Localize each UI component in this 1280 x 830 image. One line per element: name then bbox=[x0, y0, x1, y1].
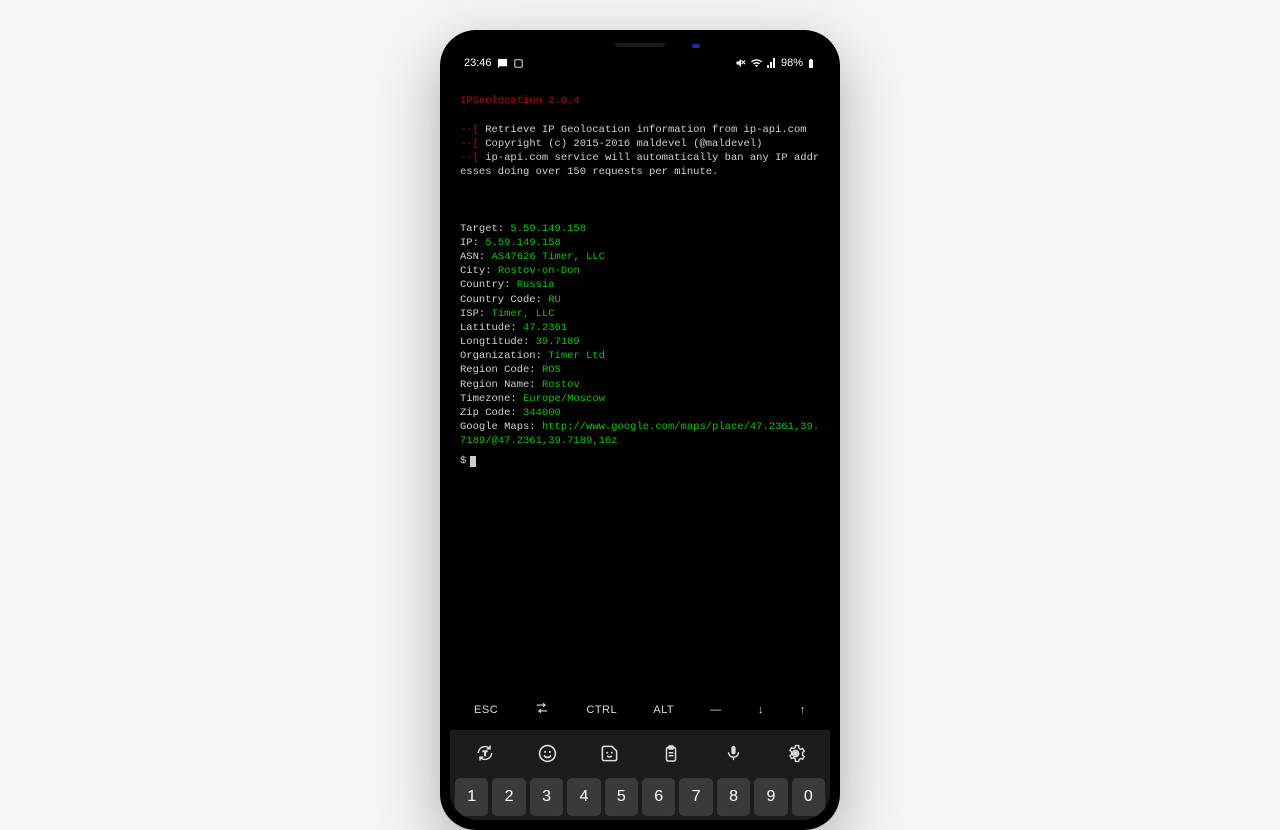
asn-value: AS47626 Timer, LLC bbox=[492, 251, 605, 263]
tz-value: Europe/Moscow bbox=[523, 393, 605, 405]
keyboard: ESC CTRL ALT — ↓ ↑ T bbox=[450, 689, 830, 820]
phone-frame: 23:46 98% bbox=[440, 30, 840, 830]
ip-value: 5.59.149.158 bbox=[485, 237, 561, 249]
battery-icon bbox=[806, 56, 816, 70]
prompt-symbol: $ bbox=[460, 454, 466, 468]
key-1[interactable]: 1 bbox=[455, 778, 488, 816]
mic-icon[interactable] bbox=[711, 740, 755, 766]
rc-value: ROS bbox=[542, 364, 561, 376]
isp-label: ISP: bbox=[460, 308, 485, 320]
city-value: Rostov-on-Don bbox=[498, 265, 580, 277]
signal-icon bbox=[766, 57, 778, 69]
header-line-3: ip-api.com service will automatically ba… bbox=[460, 152, 819, 178]
keyboard-number-row: 1 2 3 4 5 6 7 8 9 0 bbox=[450, 776, 830, 820]
tz-label: Timezone: bbox=[460, 393, 517, 405]
terminal-extra-keys: ESC CTRL ALT — ↓ ↑ bbox=[450, 689, 830, 730]
key-8[interactable]: 8 bbox=[717, 778, 750, 816]
esc-key[interactable]: ESC bbox=[468, 700, 504, 720]
arrow-down-key[interactable]: ↓ bbox=[752, 700, 770, 720]
key-3[interactable]: 3 bbox=[530, 778, 563, 816]
country-value: Russia bbox=[517, 279, 555, 291]
rc-label: Region Code: bbox=[460, 364, 536, 376]
cc-value: RU bbox=[548, 294, 561, 306]
app-icon bbox=[513, 58, 524, 69]
ctrl-key[interactable]: CTRL bbox=[580, 700, 623, 720]
mute-icon bbox=[735, 57, 747, 69]
key-7[interactable]: 7 bbox=[679, 778, 712, 816]
text-cycle-icon[interactable]: T bbox=[463, 740, 507, 766]
settings-icon[interactable] bbox=[773, 740, 817, 766]
rn-value: Rostov bbox=[542, 379, 580, 391]
sticker-icon[interactable] bbox=[587, 740, 631, 766]
lon-value: 39.7189 bbox=[536, 336, 580, 348]
zip-value: 344000 bbox=[523, 407, 561, 419]
header-line-1: Retrieve IP Geolocation information from… bbox=[485, 124, 806, 136]
lon-label: Longtitude: bbox=[460, 336, 529, 348]
maps-label: Google Maps: bbox=[460, 421, 536, 433]
keyboard-toolbar: T bbox=[450, 730, 830, 776]
cc-label: Country Code: bbox=[460, 294, 542, 306]
asn-label: ASN: bbox=[460, 251, 485, 263]
arrow-up-key[interactable]: ↑ bbox=[794, 700, 812, 720]
tab-swap-icon[interactable] bbox=[528, 697, 556, 722]
alt-key[interactable]: ALT bbox=[647, 700, 680, 720]
city-label: City: bbox=[460, 265, 492, 277]
status-time: 23:46 bbox=[464, 57, 492, 69]
emoji-icon[interactable] bbox=[525, 740, 569, 766]
isp-value: Timer, LLC bbox=[492, 308, 555, 320]
key-9[interactable]: 9 bbox=[754, 778, 787, 816]
battery-text: 98% bbox=[781, 57, 803, 69]
terminal-cursor[interactable] bbox=[470, 456, 476, 467]
key-6[interactable]: 6 bbox=[642, 778, 675, 816]
key-0[interactable]: 0 bbox=[792, 778, 825, 816]
zip-label: Zip Code: bbox=[460, 407, 517, 419]
key-4[interactable]: 4 bbox=[567, 778, 600, 816]
phone-screen: 23:46 98% bbox=[450, 40, 830, 820]
chat-icon bbox=[497, 58, 508, 69]
rn-label: Region Name: bbox=[460, 379, 536, 391]
key-5[interactable]: 5 bbox=[605, 778, 638, 816]
country-label: Country: bbox=[460, 279, 510, 291]
header-line-2: Copyright (c) 2015-2016 maldevel (@malde… bbox=[485, 138, 762, 150]
key-2[interactable]: 2 bbox=[492, 778, 525, 816]
dash-key[interactable]: — bbox=[704, 700, 728, 720]
target-label: Target: bbox=[460, 223, 504, 235]
app-title: IPGeolocation 2.0.4 bbox=[460, 95, 580, 107]
terminal-output[interactable]: IPGeolocation 2.0.4 --[ Retrieve IP Geol… bbox=[450, 74, 830, 503]
org-label: Organization: bbox=[460, 350, 542, 362]
target-value: 5.59.149.158 bbox=[510, 223, 586, 235]
clipboard-icon[interactable] bbox=[649, 740, 693, 766]
ip-label: IP: bbox=[460, 237, 479, 249]
lat-value: 47.2361 bbox=[523, 322, 567, 334]
org-value: Timer Ltd bbox=[548, 350, 605, 362]
lat-label: Latitude: bbox=[460, 322, 517, 334]
svg-text:T: T bbox=[483, 751, 487, 758]
wifi-icon bbox=[750, 57, 763, 69]
